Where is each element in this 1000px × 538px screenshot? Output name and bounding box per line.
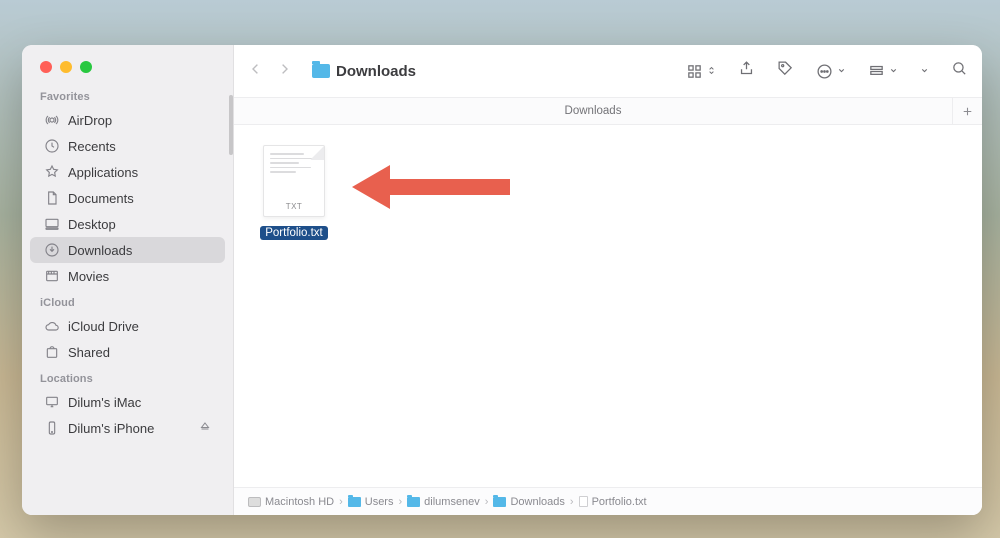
folder-icon — [348, 497, 361, 507]
cloud-icon — [44, 318, 60, 334]
chevron-down-icon — [889, 62, 898, 80]
path-segment-user[interactable]: dilumsenev — [407, 496, 480, 508]
chevron-down-icon — [837, 62, 846, 80]
overflow-chevron[interactable] — [920, 62, 929, 80]
file-grid[interactable]: TXT Portfolio.txt — [234, 125, 982, 487]
close-button[interactable] — [40, 61, 52, 73]
airdrop-icon — [44, 112, 60, 128]
main-pane: Downloads — [234, 45, 982, 515]
toolbar-actions — [686, 60, 968, 82]
sidebar-item-label: Downloads — [68, 243, 132, 258]
path-segment-file[interactable]: Portfolio.txt — [579, 496, 647, 508]
share-button[interactable] — [738, 60, 755, 82]
new-tab-button[interactable] — [952, 98, 982, 124]
path-segment-downloads[interactable]: Downloads — [493, 496, 564, 508]
sidebar-item-label: Dilum's iPhone — [68, 421, 154, 436]
path-separator: › — [339, 496, 343, 508]
group-button[interactable] — [868, 62, 898, 80]
document-icon — [44, 190, 60, 206]
file-name-label[interactable]: Portfolio.txt — [260, 226, 328, 240]
sidebar-item-label: Documents — [68, 191, 134, 206]
sidebar-item-imac[interactable]: Dilum's iMac — [30, 389, 225, 415]
minimize-button[interactable] — [60, 61, 72, 73]
sidebar-section-locations: Locations — [22, 365, 233, 389]
fullscreen-button[interactable] — [80, 61, 92, 73]
sidebar-item-recents[interactable]: Recents — [30, 133, 225, 159]
sidebar-item-desktop[interactable]: Desktop — [30, 211, 225, 237]
chevron-updown-icon — [707, 62, 716, 80]
sidebar-section-icloud: iCloud — [22, 289, 233, 313]
sidebar-scrollbar[interactable] — [229, 95, 233, 155]
sidebar-item-icloud-drive[interactable]: iCloud Drive — [30, 313, 225, 339]
hd-icon — [248, 497, 261, 507]
download-icon — [44, 242, 60, 258]
doc-icon — [579, 496, 588, 507]
sidebar-section-favorites: Favorites — [22, 83, 233, 107]
sidebar-item-airdrop[interactable]: AirDrop — [30, 107, 225, 133]
imac-icon — [44, 394, 60, 410]
eject-icon[interactable] — [199, 421, 211, 436]
sidebar-item-label: iCloud Drive — [68, 319, 139, 334]
folder-icon — [312, 64, 330, 78]
sidebar-item-label: Recents — [68, 139, 116, 154]
iphone-icon — [44, 420, 60, 436]
sidebar-item-label: Shared — [68, 345, 110, 360]
path-separator: › — [570, 496, 574, 508]
tag-button[interactable] — [777, 60, 794, 82]
sidebar-item-label: Movies — [68, 269, 109, 284]
folder-icon — [493, 497, 506, 507]
sidebar-item-label: AirDrop — [68, 113, 112, 128]
sidebar-item-iphone[interactable]: Dilum's iPhone — [30, 415, 225, 441]
sidebar-item-label: Dilum's iMac — [68, 395, 141, 410]
title-text: Downloads — [336, 63, 416, 80]
sidebar-item-movies[interactable]: Movies — [30, 263, 225, 289]
sidebar-item-downloads[interactable]: Downloads — [30, 237, 225, 263]
applications-icon — [44, 164, 60, 180]
folder-icon — [407, 497, 420, 507]
path-separator: › — [485, 496, 489, 508]
sidebar-item-label: Applications — [68, 165, 138, 180]
sidebar-item-applications[interactable]: Applications — [30, 159, 225, 185]
sidebar-item-documents[interactable]: Documents — [30, 185, 225, 211]
path-segment-users[interactable]: Users — [348, 496, 394, 508]
clock-icon — [44, 138, 60, 154]
search-button[interactable] — [951, 60, 968, 82]
shared-icon — [44, 344, 60, 360]
annotation-arrow — [352, 157, 512, 217]
txt-file-icon: TXT — [263, 145, 325, 217]
window-controls — [22, 45, 233, 83]
sidebar-item-label: Desktop — [68, 217, 116, 232]
back-button[interactable] — [248, 60, 263, 83]
tab-downloads[interactable]: Downloads — [234, 105, 952, 117]
file-extension-badge: TXT — [264, 202, 324, 211]
toolbar: Downloads — [234, 45, 982, 97]
window-title: Downloads — [312, 63, 416, 80]
sidebar: Favorites AirDrop Recents Applications D… — [22, 45, 234, 515]
forward-button[interactable] — [277, 60, 292, 83]
file-item[interactable]: TXT Portfolio.txt — [254, 145, 334, 241]
tab-bar: Downloads — [234, 97, 982, 125]
movies-icon — [44, 268, 60, 284]
nav-buttons — [248, 60, 292, 83]
path-segment-hd[interactable]: Macintosh HD — [248, 496, 334, 508]
view-mode-button[interactable] — [686, 62, 716, 80]
action-menu-button[interactable] — [816, 62, 846, 80]
path-bar: Macintosh HD › Users › dilumsenev › Down… — [234, 487, 982, 515]
desktop-icon — [44, 216, 60, 232]
finder-window: Favorites AirDrop Recents Applications D… — [22, 45, 982, 515]
sidebar-item-shared[interactable]: Shared — [30, 339, 225, 365]
path-separator: › — [398, 496, 402, 508]
